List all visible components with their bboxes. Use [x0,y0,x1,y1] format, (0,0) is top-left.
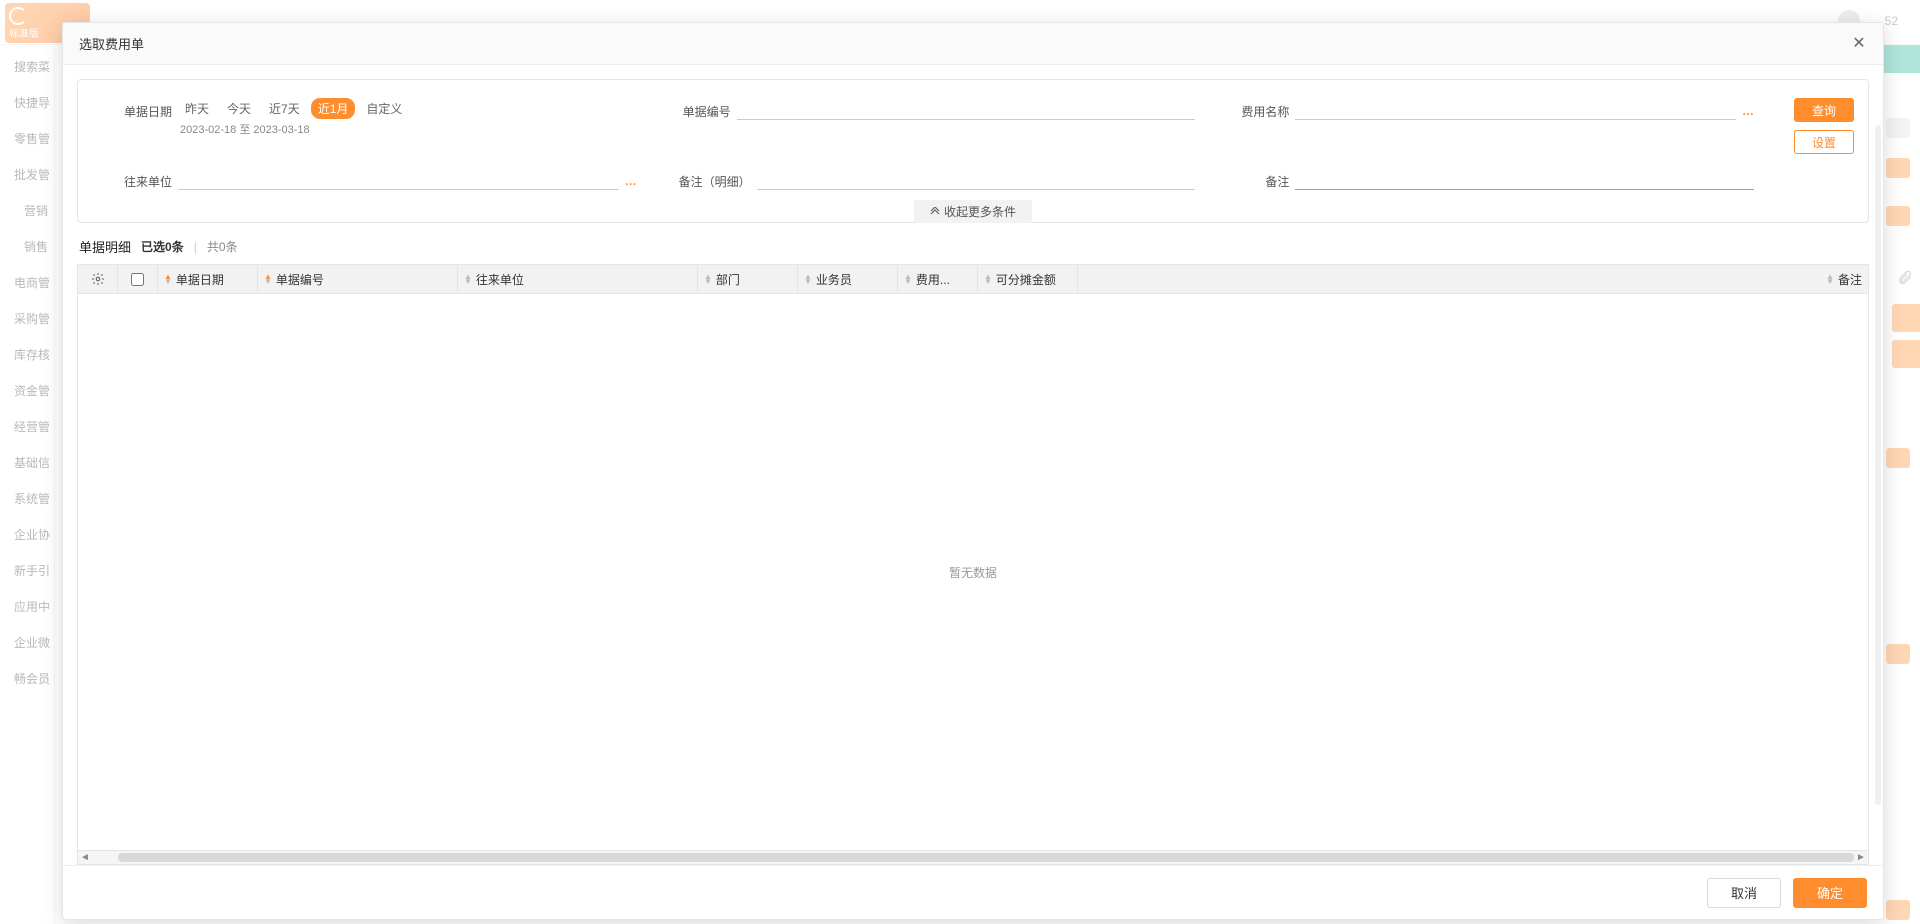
select-fee-modal: 选取费用单 ✕ 单据日期 昨天 今天 近7天 近1月 自定义 [62,22,1884,920]
table-body-wrap: 暂无数据 ◄ ► [77,294,1869,865]
select-all-checkbox[interactable] [131,273,144,286]
col-date[interactable]: ▲▼ 单据日期 [158,265,258,293]
sort-icon: ▲▼ [804,274,812,284]
filter-bill-no-label: 单据编号 [677,98,737,120]
collapse-label: 收起更多条件 [944,203,1016,220]
modal-close-button[interactable]: ✕ [1851,36,1867,52]
partner-input[interactable] [178,168,619,190]
chip-last1m[interactable]: 近1月 [311,98,356,119]
scroll-right-icon[interactable]: ► [1854,851,1868,864]
filter-remark-detail-label: 备注（明细） [677,168,757,190]
modal-footer: 取消 确定 [63,865,1883,919]
partner-picker-icon[interactable]: … [625,174,637,190]
filter-remark: 备注 [1235,168,1754,190]
sort-icon: ▲▼ [704,274,712,284]
filter-fee-name-label: 费用名称 [1235,98,1295,120]
modal-vscroll[interactable] [1875,125,1881,805]
col-no[interactable]: ▲▼ 单据编号 [258,265,458,293]
fee-name-input[interactable] [1295,98,1736,120]
col-dept[interactable]: ▲▼ 部门 [698,265,798,293]
sort-icon: ▲▼ [464,274,472,284]
sort-icon: ▲▼ [264,274,272,284]
table-hscroll[interactable]: ◄ ► [78,850,1868,864]
filter-partner-label: 往来单位 [118,168,178,190]
chip-today[interactable]: 今天 [220,98,258,119]
modal-body: 单据日期 昨天 今天 近7天 近1月 自定义 2023-02-18 至 2023… [63,65,1883,865]
filter-actions: 查询 设置 [1794,98,1854,154]
filter-remark-label: 备注 [1235,168,1295,190]
chip-last7[interactable]: 近7天 [262,98,307,119]
cancel-button[interactable]: 取消 [1707,878,1781,908]
list-header: 单据明细 已选0条 | 共0条 [79,237,1867,256]
separator: | [194,240,197,254]
confirm-button[interactable]: 确定 [1793,878,1867,908]
search-button[interactable]: 查询 [1794,98,1854,122]
collapse-filters-toggle[interactable]: 收起更多条件 [914,200,1032,223]
table-settings-cell[interactable] [78,265,118,293]
filter-partner: 往来单位 … [118,168,637,190]
filter-remark-detail: 备注（明细） [677,168,1196,190]
scroll-left-icon[interactable]: ◄ [78,851,92,864]
sort-icon: ▲▼ [904,274,912,284]
filter-date-range: 2023-02-18 至 2023-03-18 [178,121,637,137]
col-fee[interactable]: ▲▼ 费用... [898,265,978,293]
table-header: ▲▼ 单据日期 ▲▼ 单据编号 ▲▼ 往来单位 ▲▼ 部门 ▲▼ 业务员 ▲▼ … [77,264,1869,294]
total-count: 共0条 [207,238,238,255]
filter-date-label: 单据日期 [118,98,178,120]
sort-icon: ▲▼ [164,274,172,284]
sort-icon: ▲▼ [984,274,992,284]
chip-custom[interactable]: 自定义 [359,98,409,119]
selected-count: 已选0条 [141,238,184,255]
col-clerk[interactable]: ▲▼ 业务员 [798,265,898,293]
remark-detail-input[interactable] [757,168,1196,190]
table-empty: 暂无数据 [78,294,1868,850]
bill-no-input[interactable] [737,98,1196,120]
modal-header: 选取费用单 ✕ [63,23,1883,65]
modal-title: 选取费用单 [79,34,144,53]
settings-button[interactable]: 设置 [1794,130,1854,154]
fee-name-picker-icon[interactable]: … [1742,104,1754,120]
scroll-thumb[interactable] [118,853,1854,862]
select-all-cell[interactable] [118,265,158,293]
chevron-up-icon [930,207,940,217]
filter-bill-no: 单据编号 [677,98,1196,154]
list-title: 单据明细 [79,237,131,256]
col-allocatable[interactable]: ▲▼ 可分摊金额 [978,265,1078,293]
sort-icon: ▲▼ [1826,274,1834,284]
chip-yesterday[interactable]: 昨天 [178,98,216,119]
gear-icon [91,272,105,286]
remark-input[interactable] [1295,168,1754,190]
filter-fee-name: 费用名称 … [1235,98,1754,154]
filter-date: 单据日期 昨天 今天 近7天 近1月 自定义 2023-02-18 至 2023… [118,98,637,154]
filter-card: 单据日期 昨天 今天 近7天 近1月 自定义 2023-02-18 至 2023… [77,79,1869,223]
col-partner[interactable]: ▲▼ 往来单位 [458,265,698,293]
col-remark[interactable]: ▲▼ 备注 [1078,265,1868,293]
